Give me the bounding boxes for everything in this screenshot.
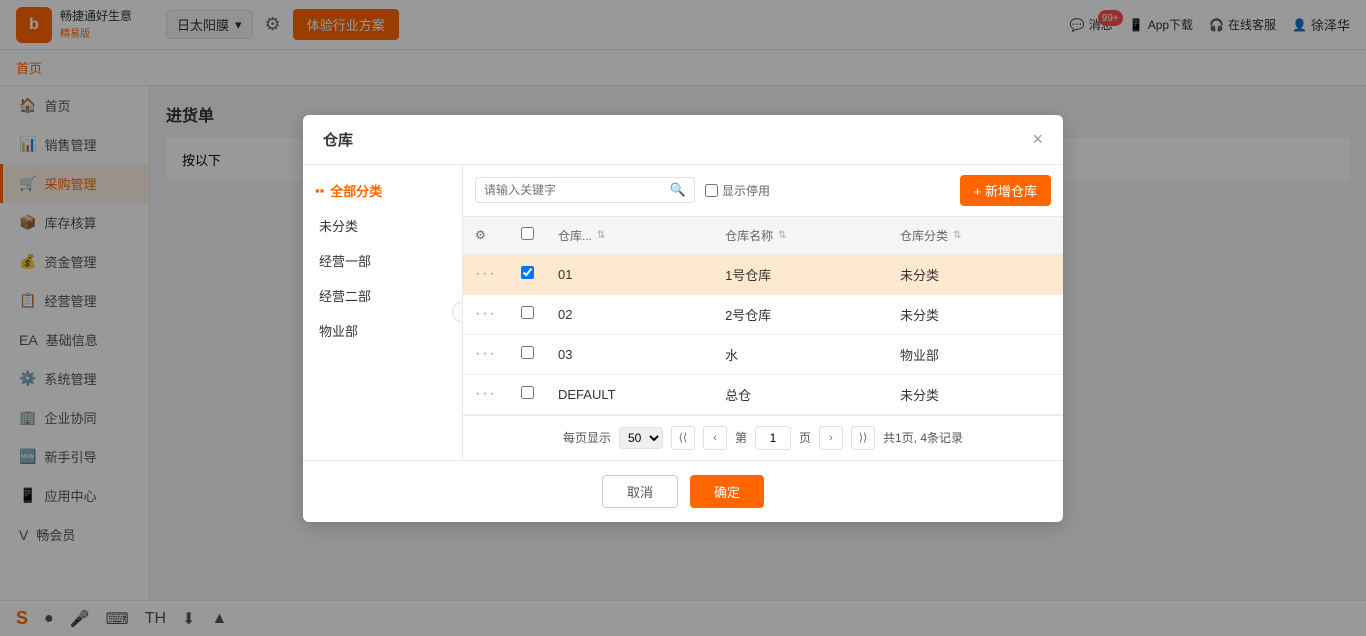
td-actions: ··· <box>463 334 509 374</box>
th-category[interactable]: 仓库分类 ⇅ <box>888 217 1063 255</box>
show-disabled-label[interactable]: 显示停用 <box>705 182 770 199</box>
confirm-button[interactable]: 确定 <box>690 475 764 508</box>
td-code: 02 <box>546 294 713 334</box>
td-category: 未分类 <box>888 374 1063 414</box>
search-input[interactable] <box>484 183 666 197</box>
row-checkbox[interactable] <box>521 386 534 399</box>
modal-overlay: 仓库 × ▪▪ 全部分类 未分类 经营一部 经营二部 物业部 《 <box>0 0 1366 636</box>
th-name[interactable]: 仓库名称 ⇅ <box>713 217 888 255</box>
row-checkbox[interactable] <box>521 306 534 319</box>
search-icon: 🔍 <box>670 182 686 198</box>
modal-title: 仓库 <box>323 129 353 150</box>
cancel-button[interactable]: 取消 <box>602 475 678 508</box>
prev-page-button[interactable]: ‹ <box>703 426 727 450</box>
page-prefix: 第 <box>735 429 747 446</box>
table-row[interactable]: ··· 01 1号仓库 未分类 <box>463 254 1063 294</box>
per-page-select[interactable]: 50 <box>619 427 663 449</box>
sort-code-icon: ⇅ <box>597 230 605 241</box>
td-code: DEFAULT <box>546 374 713 414</box>
td-actions: ··· <box>463 254 509 294</box>
td-code: 01 <box>546 254 713 294</box>
td-category: 未分类 <box>888 294 1063 334</box>
add-warehouse-button[interactable]: + 新增仓库 <box>960 175 1051 206</box>
td-checkbox <box>509 374 546 414</box>
table-row[interactable]: ··· 03 水 物业部 <box>463 334 1063 374</box>
td-category: 物业部 <box>888 334 1063 374</box>
table-row[interactable]: ··· 02 2号仓库 未分类 <box>463 294 1063 334</box>
modal-header: 仓库 × <box>303 115 1063 165</box>
category-item-ops2[interactable]: 经营二部 <box>303 278 462 313</box>
warehouse-modal: 仓库 × ▪▪ 全部分类 未分类 经营一部 经营二部 物业部 《 <box>303 115 1063 522</box>
category-grid-icon: ▪▪ <box>315 183 324 198</box>
page-suffix: 页 <box>799 429 811 446</box>
table-header: ⚙ 仓库... ⇅ <box>463 217 1063 255</box>
next-page-button[interactable]: › <box>819 426 843 450</box>
category-all[interactable]: ▪▪ 全部分类 <box>303 173 462 208</box>
sort-name-icon: ⇅ <box>778 230 786 241</box>
th-checkbox <box>509 217 546 255</box>
row-checkbox[interactable] <box>521 346 534 359</box>
td-checkbox <box>509 334 546 374</box>
table-panel: 🔍 显示停用 + 新增仓库 ⚙ <box>463 165 1063 460</box>
show-disabled-checkbox[interactable] <box>705 184 718 197</box>
sort-category-icon: ⇅ <box>953 230 961 241</box>
td-name: 总仓 <box>713 374 888 414</box>
th-settings: ⚙ <box>463 217 509 255</box>
last-page-button[interactable]: ⟩⟩ <box>851 426 875 450</box>
td-category: 未分类 <box>888 254 1063 294</box>
td-actions: ··· <box>463 374 509 414</box>
select-all-checkbox[interactable] <box>521 227 534 240</box>
td-actions: ··· <box>463 294 509 334</box>
per-page-label: 每页显示 <box>563 429 611 446</box>
data-table: ⚙ 仓库... ⇅ <box>463 217 1063 415</box>
pagination-bar: 每页显示 50 ⟨⟨ ‹ 第 页 › ⟩⟩ 共1页, 4条记录 <box>463 415 1063 460</box>
td-code: 03 <box>546 334 713 374</box>
td-name: 2号仓库 <box>713 294 888 334</box>
td-checkbox <box>509 294 546 334</box>
modal-footer: 取消 确定 <box>303 460 1063 522</box>
page-number-input[interactable] <box>755 426 791 450</box>
category-item-ops1[interactable]: 经营一部 <box>303 243 462 278</box>
td-checkbox <box>509 254 546 294</box>
modal-body: ▪▪ 全部分类 未分类 经营一部 经营二部 物业部 《 🔍 <box>303 165 1063 460</box>
table-row[interactable]: ··· DEFAULT 总仓 未分类 <box>463 374 1063 414</box>
warehouse-table: ⚙ 仓库... ⇅ <box>463 217 1063 415</box>
category-panel: ▪▪ 全部分类 未分类 经营一部 经营二部 物业部 《 <box>303 165 463 460</box>
th-code[interactable]: 仓库... ⇅ <box>546 217 713 255</box>
search-wrap: 🔍 <box>475 177 695 203</box>
td-name: 1号仓库 <box>713 254 888 294</box>
total-info: 共1页, 4条记录 <box>883 429 963 446</box>
category-item-unclassified[interactable]: 未分类 <box>303 208 462 243</box>
table-toolbar: 🔍 显示停用 + 新增仓库 <box>463 165 1063 217</box>
table-body: ··· 01 1号仓库 未分类 ··· 02 2号仓库 <box>463 254 1063 414</box>
first-page-button[interactable]: ⟨⟨ <box>671 426 695 450</box>
category-item-property[interactable]: 物业部 <box>303 313 462 348</box>
td-name: 水 <box>713 334 888 374</box>
row-checkbox[interactable] <box>521 266 534 279</box>
modal-close-button[interactable]: × <box>1032 130 1043 148</box>
